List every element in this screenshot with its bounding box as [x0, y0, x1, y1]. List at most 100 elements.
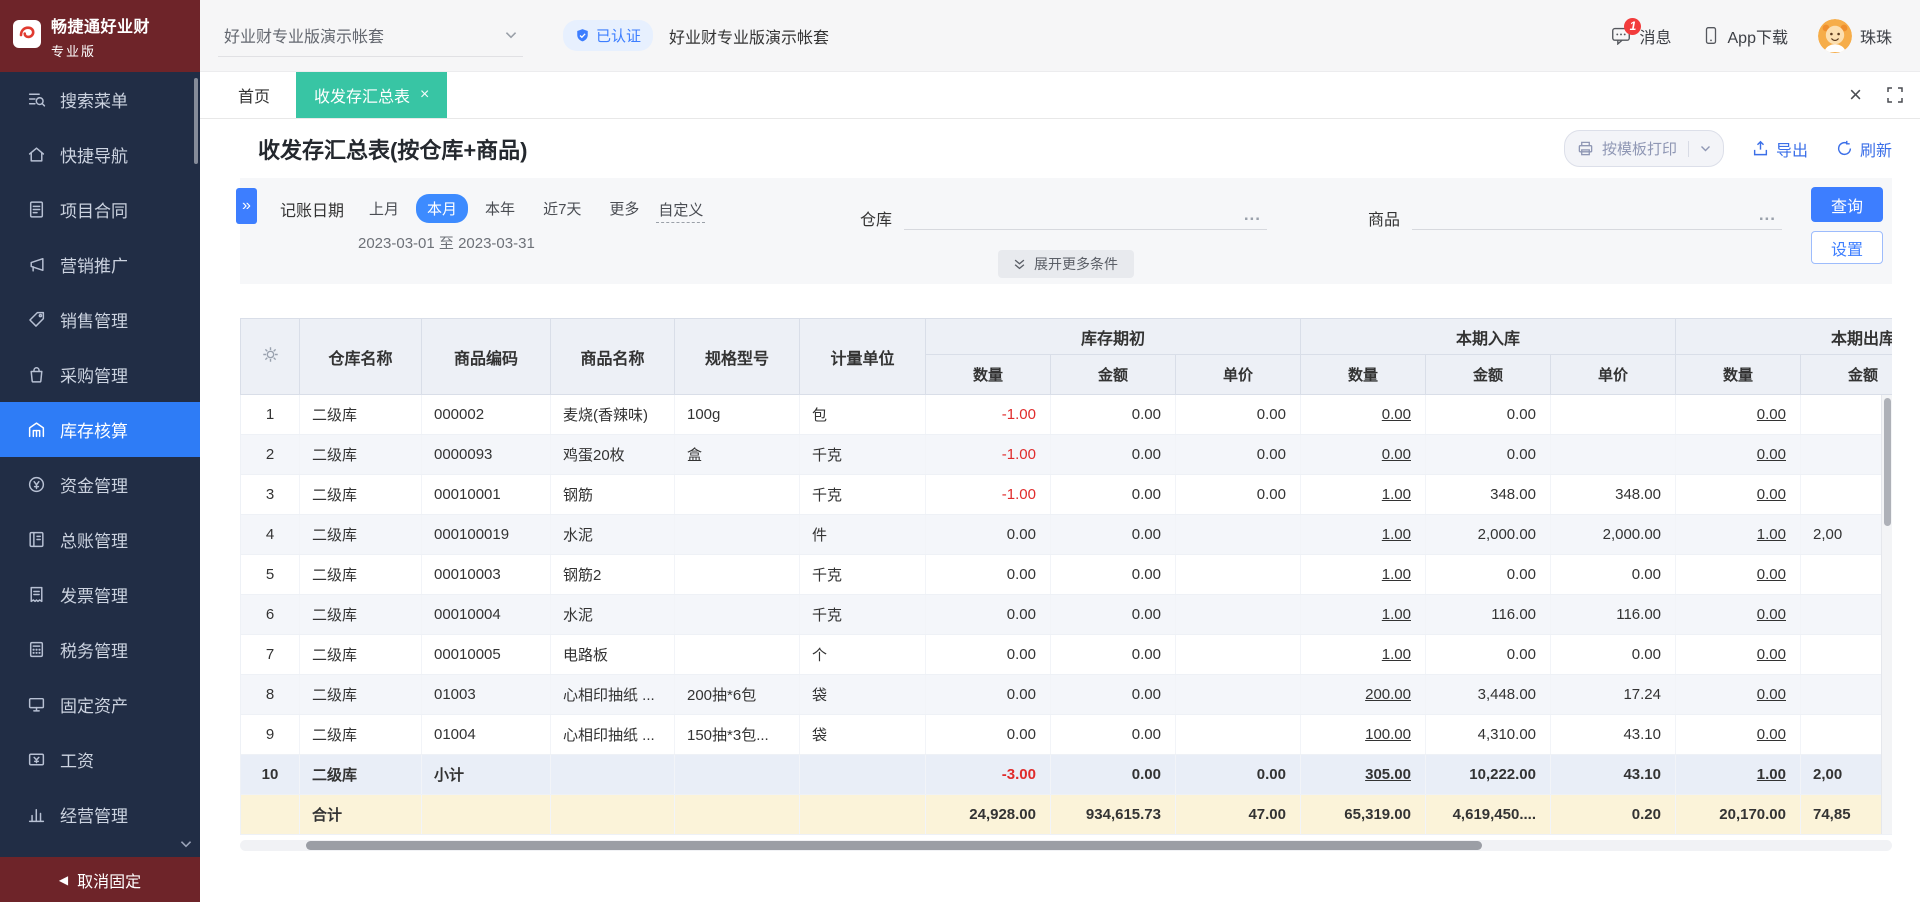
vertical-scroll-thumb[interactable]: [1884, 398, 1891, 526]
date-option-1[interactable]: 上月: [358, 194, 410, 223]
verified-badge: 已认证: [563, 20, 653, 51]
qty-drilldown-link[interactable]: 0.00: [1757, 726, 1786, 743]
total-row[interactable]: 合计24,928.00934,615.7347.0065,319.004,619…: [241, 795, 1893, 835]
query-button[interactable]: 查询: [1811, 187, 1883, 222]
table-row[interactable]: 9二级库01004心相印抽纸 ...150抽*3包...袋0.000.00100…: [241, 715, 1893, 755]
qty-drilldown-link[interactable]: 0.00: [1757, 486, 1786, 503]
sidebar-item-14[interactable]: 经营管理: [0, 787, 200, 842]
sidebar-item-7[interactable]: 库存核算: [0, 402, 200, 457]
table-cell: 348.00: [1426, 475, 1551, 515]
horizontal-scroll-thumb[interactable]: [306, 841, 1482, 850]
sidebar-scrollbar[interactable]: [194, 78, 198, 164]
table-cell: 0.00: [1051, 435, 1176, 475]
sidebar-item-10[interactable]: 发票管理: [0, 567, 200, 622]
sidebar-item-12[interactable]: 固定资产: [0, 677, 200, 732]
chevron-down-icon[interactable]: [1700, 145, 1711, 152]
warehouse-input[interactable]: ...: [904, 200, 1267, 230]
table-cell: 钢筋: [551, 475, 675, 515]
table-cell: 4,310.00: [1426, 715, 1551, 755]
table-cell: [800, 795, 926, 835]
unpin-button[interactable]: ◀ 取消固定: [0, 857, 200, 902]
date-options: 上月本月本年近7天更多自定义: [358, 194, 705, 223]
sidebar-item-11[interactable]: 税务管理: [0, 622, 200, 677]
sidebar-item-8[interactable]: 资金管理: [0, 457, 200, 512]
date-option-4[interactable]: 近7天: [532, 194, 592, 223]
subtotal-row[interactable]: 10二级库小计-3.000.000.00305.0010,222.0043.10…: [241, 755, 1893, 795]
app-download-button[interactable]: App下载: [1702, 24, 1788, 48]
qty-drilldown-link[interactable]: 0.00: [1757, 406, 1786, 423]
sub-header-1-1: 数量: [926, 355, 1051, 395]
qty-drilldown-link[interactable]: 100.00: [1365, 726, 1411, 743]
table-cell: 000100019: [422, 515, 551, 555]
collapse-filter-button[interactable]: »: [236, 188, 257, 224]
product-input[interactable]: ...: [1412, 200, 1782, 230]
messages-button[interactable]: 1 消息: [1611, 24, 1671, 48]
date-option-3[interactable]: 本年: [474, 194, 526, 223]
expand-more-button[interactable]: 展开更多条件: [998, 250, 1134, 278]
refresh-button[interactable]: 刷新: [1836, 137, 1892, 161]
qty-drilldown-link[interactable]: 0.00: [1382, 446, 1411, 463]
tab-close-icon[interactable]: ×: [420, 86, 429, 104]
table-row[interactable]: 1二级库000002麦烧(香辣味)100g包-1.000.000.000.000…: [241, 395, 1893, 435]
fullscreen-icon[interactable]: [1886, 86, 1904, 104]
qty-drilldown-link[interactable]: 0.00: [1757, 646, 1786, 663]
qty-drilldown-link[interactable]: 0.00: [1757, 686, 1786, 703]
qty-drilldown-link[interactable]: 1.00: [1382, 486, 1411, 503]
table-horizontal-scrollbar[interactable]: [240, 840, 1892, 851]
product-picker-icon[interactable]: ...: [1759, 206, 1776, 223]
account-set-dropdown[interactable]: 好业财专业版演示帐套: [218, 14, 523, 57]
table-row[interactable]: 3二级库00010001钢筋千克-1.000.000.001.00348.003…: [241, 475, 1893, 515]
export-button[interactable]: 导出: [1752, 137, 1808, 161]
table-cell: 0.00: [926, 715, 1051, 755]
gear-icon: [262, 346, 279, 363]
table-cell: 电路板: [551, 635, 675, 675]
table-cell: 0.00: [1676, 475, 1801, 515]
project-contract-icon: [26, 200, 46, 220]
sidebar-item-2[interactable]: 快捷导航: [0, 127, 200, 182]
qty-drilldown-link[interactable]: 305.00: [1365, 766, 1411, 783]
warehouse-picker-icon[interactable]: ...: [1244, 206, 1261, 223]
sidebar-item-6[interactable]: 采购管理: [0, 347, 200, 402]
tab-active[interactable]: 收发存汇总表 ×: [296, 72, 447, 118]
sidebar-item-13[interactable]: 工资: [0, 732, 200, 787]
sidebar-item-1[interactable]: 搜索菜单: [0, 72, 200, 127]
qty-drilldown-link[interactable]: 0.00: [1382, 406, 1411, 423]
double-chevron-down-icon: [1014, 259, 1025, 270]
date-option-2[interactable]: 本月: [416, 194, 468, 223]
column-settings-button[interactable]: [241, 319, 300, 395]
close-all-tabs-icon[interactable]: ×: [1849, 84, 1862, 106]
sidebar-item-3[interactable]: 项目合同: [0, 182, 200, 237]
qty-drilldown-link[interactable]: 0.00: [1757, 566, 1786, 583]
table-cell: 0.00: [1676, 435, 1801, 475]
date-option-5[interactable]: 更多: [598, 194, 650, 223]
table-row[interactable]: 4二级库000100019水泥件0.000.001.002,000.002,00…: [241, 515, 1893, 555]
sidebar-item-5[interactable]: 销售管理: [0, 292, 200, 347]
table-cell: 3,448.00: [1426, 675, 1551, 715]
qty-drilldown-link[interactable]: 200.00: [1365, 686, 1411, 703]
qty-drilldown-link[interactable]: 0.00: [1757, 446, 1786, 463]
print-by-template-button[interactable]: 按模板打印: [1564, 130, 1724, 167]
table-row[interactable]: 7二级库00010005电路板个0.000.001.000.000.000.00: [241, 635, 1893, 675]
qty-drilldown-link[interactable]: 1.00: [1382, 566, 1411, 583]
date-option-6[interactable]: 自定义: [656, 195, 705, 223]
table-row[interactable]: 8二级库01003心相印抽纸 ...200抽*6包袋0.000.00200.00…: [241, 675, 1893, 715]
qty-drilldown-link[interactable]: 1.00: [1382, 606, 1411, 623]
sidebar-item-9[interactable]: 总账管理: [0, 512, 200, 567]
table-vertical-scrollbar[interactable]: [1881, 395, 1892, 834]
sidebar-item-4[interactable]: 营销推广: [0, 237, 200, 292]
sidebar-item-15[interactable]: 小微记账: [0, 842, 200, 857]
qty-drilldown-link[interactable]: 0.00: [1757, 606, 1786, 623]
qty-drilldown-link[interactable]: 1.00: [1382, 526, 1411, 543]
sidebar-scroll-down-icon[interactable]: [180, 835, 192, 852]
qty-drilldown-link[interactable]: 1.00: [1757, 526, 1786, 543]
table-row[interactable]: 2二级库0000093鸡蛋20枚盒千克-1.000.000.000.000.00…: [241, 435, 1893, 475]
tab-home[interactable]: 首页: [212, 72, 296, 118]
print-label: 按模板打印: [1602, 138, 1677, 159]
table-cell: 1.00: [1301, 595, 1426, 635]
table-row[interactable]: 5二级库00010003钢筋2千克0.000.001.000.000.000.0…: [241, 555, 1893, 595]
user-menu[interactable]: 珠珠: [1818, 19, 1892, 53]
settings-button[interactable]: 设置: [1811, 231, 1883, 264]
table-row[interactable]: 6二级库00010004水泥千克0.000.001.00116.00116.00…: [241, 595, 1893, 635]
qty-drilldown-link[interactable]: 1.00: [1382, 646, 1411, 663]
qty-drilldown-link[interactable]: 1.00: [1757, 766, 1786, 783]
